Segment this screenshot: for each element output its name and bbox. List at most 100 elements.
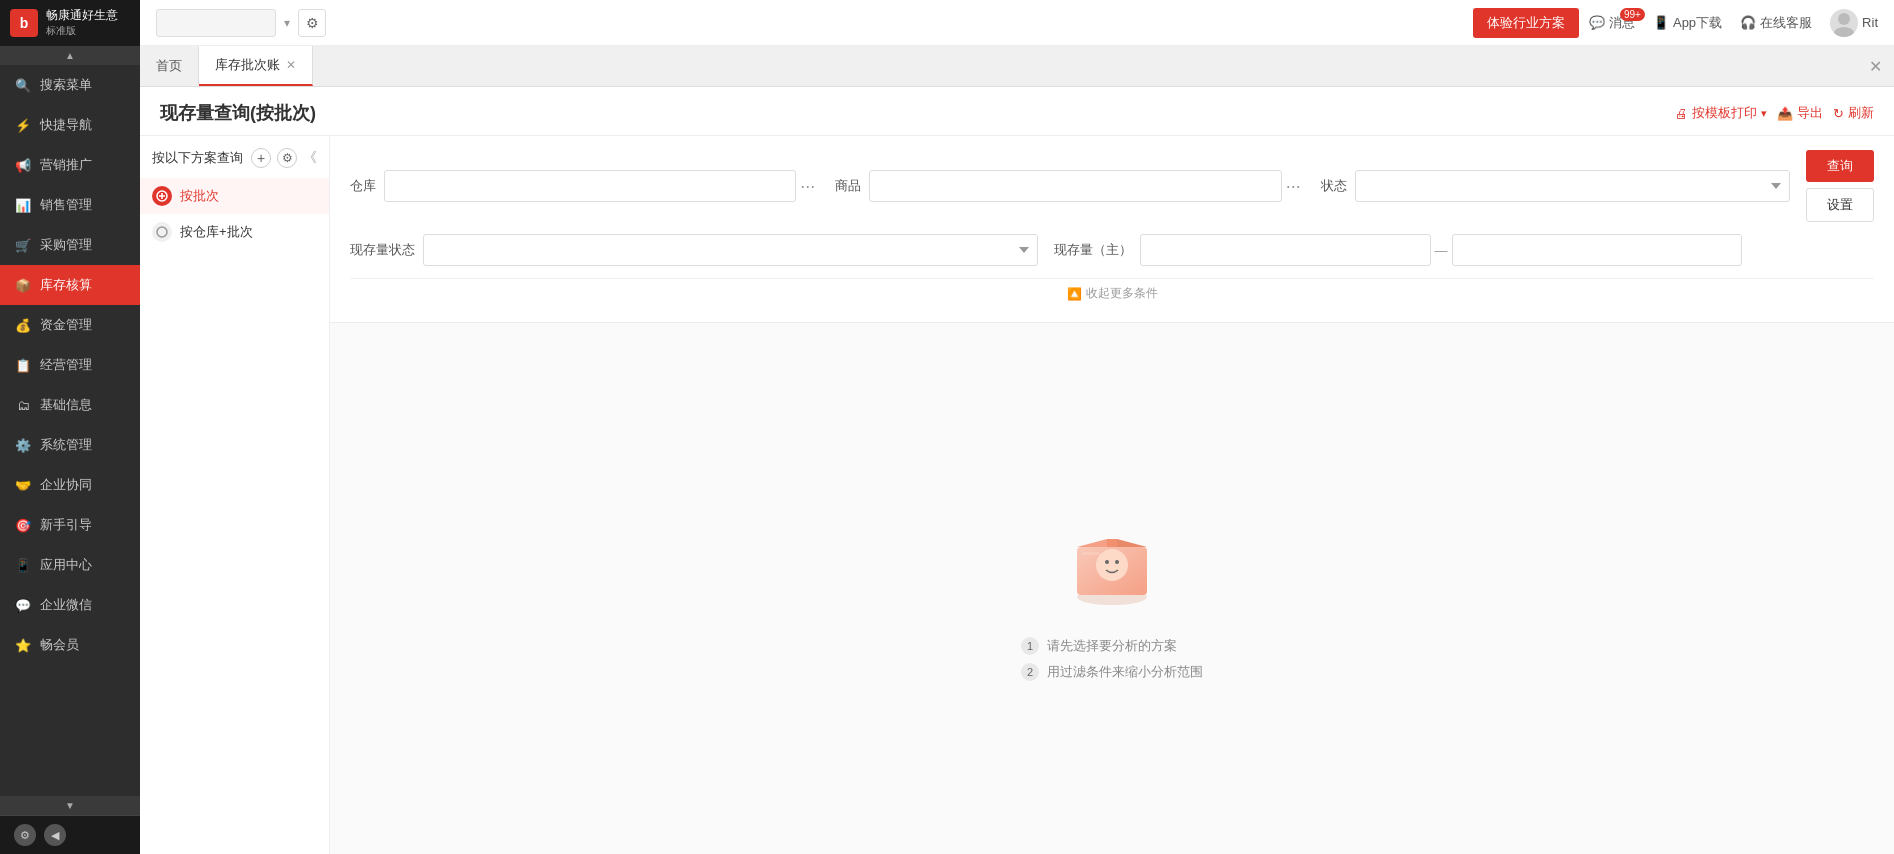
hint-text-2: 用过滤条件来缩小分析范围: [1047, 663, 1203, 681]
basics-icon: 🗂: [14, 396, 32, 414]
sidebar-item-basics[interactable]: 🗂 基础信息: [0, 385, 140, 425]
app-download-button[interactable]: 📱 App下载: [1653, 14, 1722, 32]
content-area: 按以下方案查询 + ⚙ 《 按批次 按仓库+批次: [140, 136, 1894, 854]
inventory-qty-to-input[interactable]: [1452, 234, 1743, 266]
warehouse-more-btn[interactable]: ···: [796, 176, 819, 197]
experience-btn[interactable]: 体验行业方案: [1473, 8, 1579, 38]
sidebar-item-inventory-label: 库存核算: [40, 276, 92, 294]
messages-button[interactable]: 💬 消息 99+: [1589, 14, 1635, 32]
sidebar-item-basics-label: 基础信息: [40, 396, 92, 414]
scheme-icon-batch: [152, 186, 172, 206]
quick-nav-icon: ⚡: [14, 116, 32, 134]
product-more-btn[interactable]: ···: [1282, 176, 1305, 197]
warehouse-filter-group: 仓库 ···: [350, 170, 819, 202]
sidebar-item-inventory[interactable]: 📦 库存核算: [0, 265, 140, 305]
sidebar-item-system[interactable]: ⚙️ 系统管理: [0, 425, 140, 465]
sidebar-item-system-label: 系统管理: [40, 436, 92, 454]
add-scheme-button[interactable]: +: [251, 148, 271, 168]
svg-point-1: [1834, 27, 1854, 37]
sidebar-item-vip[interactable]: ⭐ 畅会员: [0, 625, 140, 665]
purchase-icon: 🛒: [14, 236, 32, 254]
topbar-gear-button[interactable]: ⚙: [298, 9, 326, 37]
user-avatar-area[interactable]: Rit: [1830, 9, 1878, 37]
sidebar-item-quick-nav[interactable]: ⚡ 快捷导航: [0, 105, 140, 145]
sidebar-collapse-icon[interactable]: ◀: [44, 824, 66, 846]
scheme-item-warehouse-batch[interactable]: 按仓库+批次: [140, 214, 329, 250]
app-download-label: App下载: [1673, 14, 1722, 32]
tab-close-icon[interactable]: ✕: [286, 59, 296, 71]
topbar-dropdown-icon[interactable]: ▾: [284, 16, 290, 30]
scheme-item-batch[interactable]: 按批次: [140, 178, 329, 214]
query-button[interactable]: 查询: [1806, 150, 1874, 182]
online-service-button[interactable]: 🎧 在线客服: [1740, 14, 1812, 32]
left-panel-header: 按以下方案查询 + ⚙ 《: [140, 148, 329, 178]
sidebar-item-sales[interactable]: 📊 销售管理: [0, 185, 140, 225]
finance-icon: 💰: [14, 316, 32, 334]
sidebar-scroll-down[interactable]: ▼: [0, 796, 140, 815]
panel-collapse-icon[interactable]: 《: [303, 149, 317, 167]
svg-rect-10: [1082, 552, 1100, 555]
topbar-input-area: ▾ ⚙: [156, 9, 1463, 37]
status-select[interactable]: [1355, 170, 1790, 202]
page-title: 现存量查询(按批次): [160, 101, 316, 125]
inventory-qty-filter-group: 现存量（主） —: [1054, 234, 1742, 266]
export-icon: 📤: [1777, 106, 1793, 121]
svg-point-7: [1096, 549, 1128, 581]
sidebar-settings-icon[interactable]: ⚙: [14, 824, 36, 846]
sidebar-logo: b: [10, 9, 38, 37]
template-print-label: 按模板打印: [1692, 104, 1757, 122]
topbar-right: 💬 消息 99+ 📱 App下载 🎧 在线客服 Rit: [1589, 9, 1878, 37]
sidebar-item-enterprise[interactable]: 🤝 企业协同: [0, 465, 140, 505]
filter-settings-button[interactable]: 设置: [1806, 188, 1874, 222]
product-input[interactable]: [869, 170, 1281, 202]
svg-point-8: [1105, 560, 1109, 564]
tabbar: 首页 库存批次账 ✕ ✕: [140, 46, 1894, 87]
export-label: 导出: [1797, 104, 1823, 122]
operations-icon: 📋: [14, 356, 32, 374]
sidebar-item-guide[interactable]: 🎯 新手引导: [0, 505, 140, 545]
inventory-qty-label: 现存量（主）: [1054, 241, 1132, 259]
topbar-search-input[interactable]: [156, 9, 276, 37]
empty-hint-1: 1 请先选择要分析的方案: [1021, 637, 1203, 655]
sidebar-item-enterprise-label: 企业协同: [40, 476, 92, 494]
enterprise-icon: 🤝: [14, 476, 32, 494]
sidebar-scroll-up[interactable]: ▲: [0, 46, 140, 65]
warehouse-input[interactable]: [384, 170, 796, 202]
inventory-status-select[interactable]: [423, 234, 1038, 266]
sidebar-nav: 🔍 搜索菜单 ⚡ 快捷导航 📢 营销推广 📊 销售管理 🛒 采购管理 📦 库存核…: [0, 65, 140, 796]
filter-row-2: 现存量状态 现存量（主） —: [350, 234, 1874, 266]
sidebar-item-operations-label: 经营管理: [40, 356, 92, 374]
tab-close-all-icon[interactable]: ✕: [1869, 57, 1882, 76]
sidebar-item-marketing[interactable]: 📢 营销推广: [0, 145, 140, 185]
sidebar-item-marketing-label: 营销推广: [40, 156, 92, 174]
sidebar-item-search[interactable]: 🔍 搜索菜单: [0, 65, 140, 105]
collapse-label: 收起更多条件: [1086, 285, 1158, 302]
sidebar-edition: 标准版: [46, 24, 118, 38]
collapse-bar[interactable]: 🔼 收起更多条件: [350, 278, 1874, 308]
scheme-settings-button[interactable]: ⚙: [277, 148, 297, 168]
user-avatar: [1830, 9, 1858, 37]
inventory-icon: 📦: [14, 276, 32, 294]
inventory-qty-from-input[interactable]: [1140, 234, 1431, 266]
right-panel: 仓库 ··· 商品 ··· 状态: [330, 136, 1894, 854]
service-icon: 🎧: [1740, 15, 1756, 30]
svg-rect-6: [1107, 539, 1117, 547]
sidebar-footer: ⚙ ◀: [0, 815, 140, 854]
sidebar-item-app-center[interactable]: 📱 应用中心: [0, 545, 140, 585]
page-actions: 🖨 按模板打印 ▾ 📤 导出 ↻ 刷新: [1675, 104, 1874, 122]
app-center-icon: 📱: [14, 556, 32, 574]
phone-icon: 📱: [1653, 15, 1669, 30]
sidebar-item-finance[interactable]: 💰 资金管理: [0, 305, 140, 345]
sidebar-item-operations[interactable]: 📋 经营管理: [0, 345, 140, 385]
tab-inventory-batch[interactable]: 库存批次账 ✕: [199, 46, 313, 86]
svg-point-0: [1838, 13, 1850, 25]
left-panel-actions: + ⚙ 《: [251, 148, 317, 168]
export-button[interactable]: 📤 导出: [1777, 104, 1823, 122]
scheme-icon-warehouse-batch: [152, 222, 172, 242]
refresh-button[interactable]: ↻ 刷新: [1833, 104, 1874, 122]
sidebar-item-purchase[interactable]: 🛒 采购管理: [0, 225, 140, 265]
svg-point-9: [1115, 560, 1119, 564]
tab-home[interactable]: 首页: [140, 47, 199, 85]
sidebar-item-wechat[interactable]: 💬 企业微信: [0, 585, 140, 625]
template-print-button[interactable]: 🖨 按模板打印 ▾: [1675, 104, 1767, 122]
